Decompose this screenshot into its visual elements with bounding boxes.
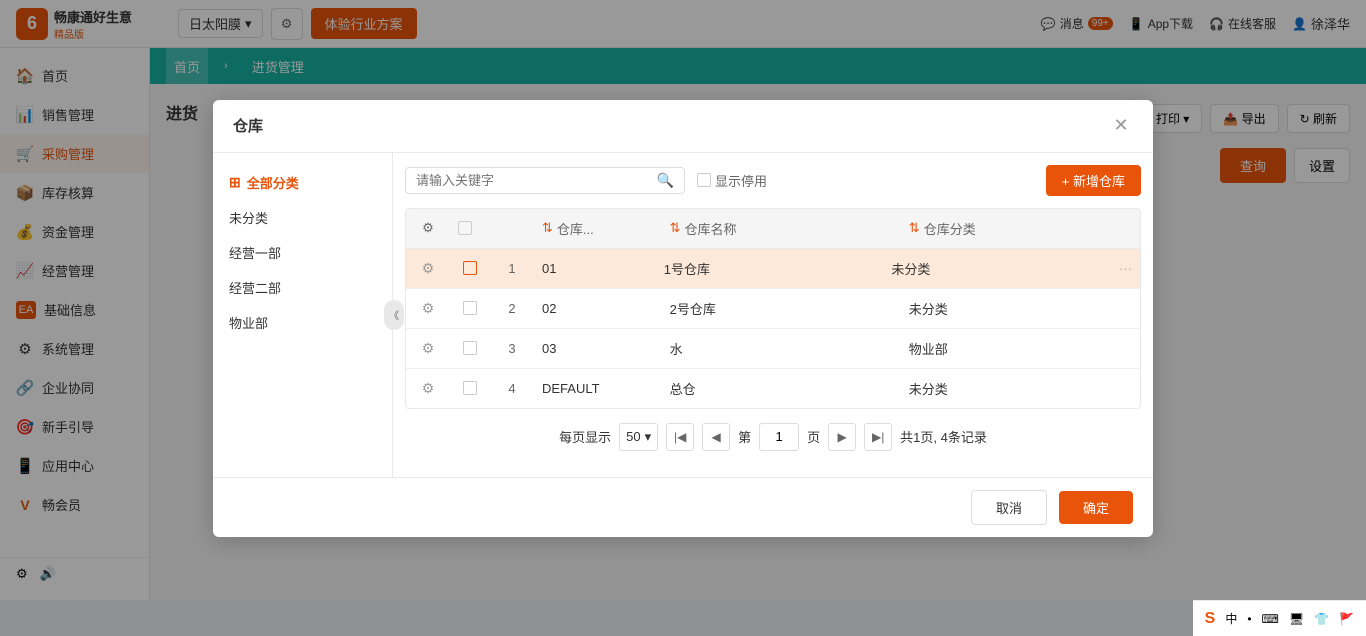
row-checkbox-4[interactable] xyxy=(463,381,477,395)
td-gear-1: ⚙ xyxy=(406,250,450,287)
search-icon[interactable]: 🔍 xyxy=(657,172,674,189)
all-category-label: 全部分类 xyxy=(247,173,299,192)
keyboard-icon[interactable]: ⌨ xyxy=(1262,612,1279,626)
show-disabled-text: 显示停用 xyxy=(715,171,767,190)
last-page-button[interactable]: ▶| xyxy=(864,423,892,451)
page-number-input[interactable] xyxy=(759,423,799,451)
show-disabled-checkbox[interactable] xyxy=(697,173,711,187)
page-unit: 页 xyxy=(807,427,820,446)
grid-icon: ⊞ xyxy=(229,174,241,191)
modal-footer: 取消 确定 xyxy=(213,477,1153,537)
td-name-2: 2号仓库 xyxy=(662,289,901,328)
td-num-3: 3 xyxy=(490,331,534,366)
td-name-3: 水 xyxy=(662,329,901,368)
header-checkbox[interactable] xyxy=(458,221,472,235)
td-num-2: 2 xyxy=(490,291,534,326)
th-number xyxy=(490,218,534,238)
th-gear: ⚙ xyxy=(406,210,450,246)
more-icon[interactable]: ··· xyxy=(1119,261,1132,276)
td-check-2 xyxy=(450,291,490,325)
row-gear-icon-2[interactable]: ⚙ xyxy=(422,300,435,317)
category-item-ops2[interactable]: 经营二部 xyxy=(213,270,392,305)
td-more-1: ··· xyxy=(1111,251,1140,286)
category-panel: ⊞ 全部分类 未分类 经营一部 经营二部 物业部 《 xyxy=(213,153,393,477)
table-row[interactable]: ⚙ 1 01 1号仓库 未分类 ··· xyxy=(406,249,1140,289)
td-id-2: 02 xyxy=(534,291,662,326)
warehouse-modal: 仓库 ✕ ⊞ 全部分类 未分类 经营一部 经营二部 物业部 《 xyxy=(213,100,1153,537)
page-summary: 共1页, 4条记录 xyxy=(900,427,987,446)
cancel-button[interactable]: 取消 xyxy=(971,490,1047,525)
per-page-dropdown-icon: ▾ xyxy=(645,429,652,445)
per-page-value: 50 xyxy=(626,429,640,444)
td-name-1: 1号仓库 xyxy=(656,249,884,288)
category-item-property[interactable]: 物业部 xyxy=(213,305,392,340)
td-category-2: 未分类 xyxy=(901,289,1140,328)
table-row[interactable]: ⚙ 3 03 水 物业部 xyxy=(406,329,1140,369)
td-category-1: 未分类 xyxy=(883,249,1111,288)
sort-icon: ⇅ xyxy=(542,220,553,236)
th-warehouse-name[interactable]: ⇅ 仓库名称 xyxy=(662,209,901,248)
table-row[interactable]: ⚙ 2 02 2号仓库 未分类 xyxy=(406,289,1140,329)
td-num-4: 4 xyxy=(490,371,534,406)
warehouse-table: ⚙ ⇅ 仓库... ⇅ 仓库名称 xyxy=(405,208,1141,409)
search-box: 🔍 xyxy=(405,167,685,194)
table-header: ⚙ ⇅ 仓库... ⇅ 仓库名称 xyxy=(406,209,1140,249)
add-warehouse-button[interactable]: + 新增仓库 xyxy=(1046,165,1141,196)
show-disabled-label[interactable]: 显示停用 xyxy=(697,171,767,190)
s-logo: S xyxy=(1205,610,1216,628)
search-input[interactable] xyxy=(416,173,651,188)
per-page-select[interactable]: 50 ▾ xyxy=(619,423,658,451)
gear-header-icon: ⚙ xyxy=(422,220,434,236)
sort-icon2: ⇅ xyxy=(670,220,681,236)
td-check-3 xyxy=(450,331,490,365)
row-gear-icon-4[interactable]: ⚙ xyxy=(422,380,435,397)
td-id-4: DEFAULT xyxy=(534,371,662,406)
monitor-icon[interactable]: 🖥 xyxy=(1289,612,1304,626)
page-label: 第 xyxy=(738,427,751,446)
row-checkbox-1[interactable] xyxy=(463,261,477,275)
modal-body: ⊞ 全部分类 未分类 经营一部 经营二部 物业部 《 🔍 xyxy=(213,153,1153,477)
modal-title: 仓库 xyxy=(233,115,263,136)
row-gear-icon[interactable]: ⚙ xyxy=(422,260,435,277)
first-page-button[interactable]: |◀ xyxy=(666,423,694,451)
per-page-label: 每页显示 xyxy=(559,427,611,446)
row-checkbox-3[interactable] xyxy=(463,341,477,355)
category-item-ops1[interactable]: 经营一部 xyxy=(213,235,392,270)
td-gear-3: ⚙ xyxy=(406,330,450,367)
row-checkbox-2[interactable] xyxy=(463,301,477,315)
zh-label: 中 xyxy=(1225,610,1237,627)
category-item-uncategorized[interactable]: 未分类 xyxy=(213,200,392,235)
pagination: 每页显示 50 ▾ |◀ ◀ 第 页 ▶ ▶| 共1页, 4条记录 xyxy=(405,409,1141,465)
td-check-1 xyxy=(450,251,490,285)
data-panel: 🔍 显示停用 + 新增仓库 ⚙ xyxy=(393,153,1153,477)
td-num-1: 1 xyxy=(490,251,534,286)
bottom-toolbar: S 中 • ⌨ 🖥 👕 🚩 xyxy=(1193,600,1366,636)
td-category-4: 未分类 xyxy=(901,369,1140,408)
confirm-button[interactable]: 确定 xyxy=(1059,491,1133,524)
all-category-item[interactable]: ⊞ 全部分类 xyxy=(213,165,392,200)
table-row[interactable]: ⚙ 4 DEFAULT 总仓 未分类 xyxy=(406,369,1140,408)
th-warehouse-id[interactable]: ⇅ 仓库... xyxy=(534,209,662,248)
th-warehouse-category[interactable]: ⇅ 仓库分类 xyxy=(901,209,1140,248)
td-category-3: 物业部 xyxy=(901,329,1140,368)
category-collapse-button[interactable]: 《 xyxy=(384,300,404,330)
row-gear-icon-3[interactable]: ⚙ xyxy=(422,340,435,357)
data-toolbar: 🔍 显示停用 + 新增仓库 xyxy=(405,165,1141,196)
modal-header: 仓库 ✕ xyxy=(213,100,1153,153)
modal-close-button[interactable]: ✕ xyxy=(1109,114,1133,138)
th-check xyxy=(450,211,490,245)
dot-icon: • xyxy=(1247,612,1251,626)
td-gear-4: ⚙ xyxy=(406,370,450,407)
td-id-3: 03 xyxy=(534,331,662,366)
next-page-button[interactable]: ▶ xyxy=(828,423,856,451)
td-check-4 xyxy=(450,371,490,405)
td-id-1: 01 xyxy=(534,251,656,286)
td-name-4: 总仓 xyxy=(662,369,901,408)
modal-overlay: 仓库 ✕ ⊞ 全部分类 未分类 经营一部 经营二部 物业部 《 xyxy=(0,0,1366,636)
sort-icon3: ⇅ xyxy=(909,220,920,236)
shirt-icon[interactable]: 👕 xyxy=(1314,612,1329,626)
prev-page-button[interactable]: ◀ xyxy=(702,423,730,451)
flag-icon[interactable]: 🚩 xyxy=(1339,612,1354,626)
td-gear-2: ⚙ xyxy=(406,290,450,327)
